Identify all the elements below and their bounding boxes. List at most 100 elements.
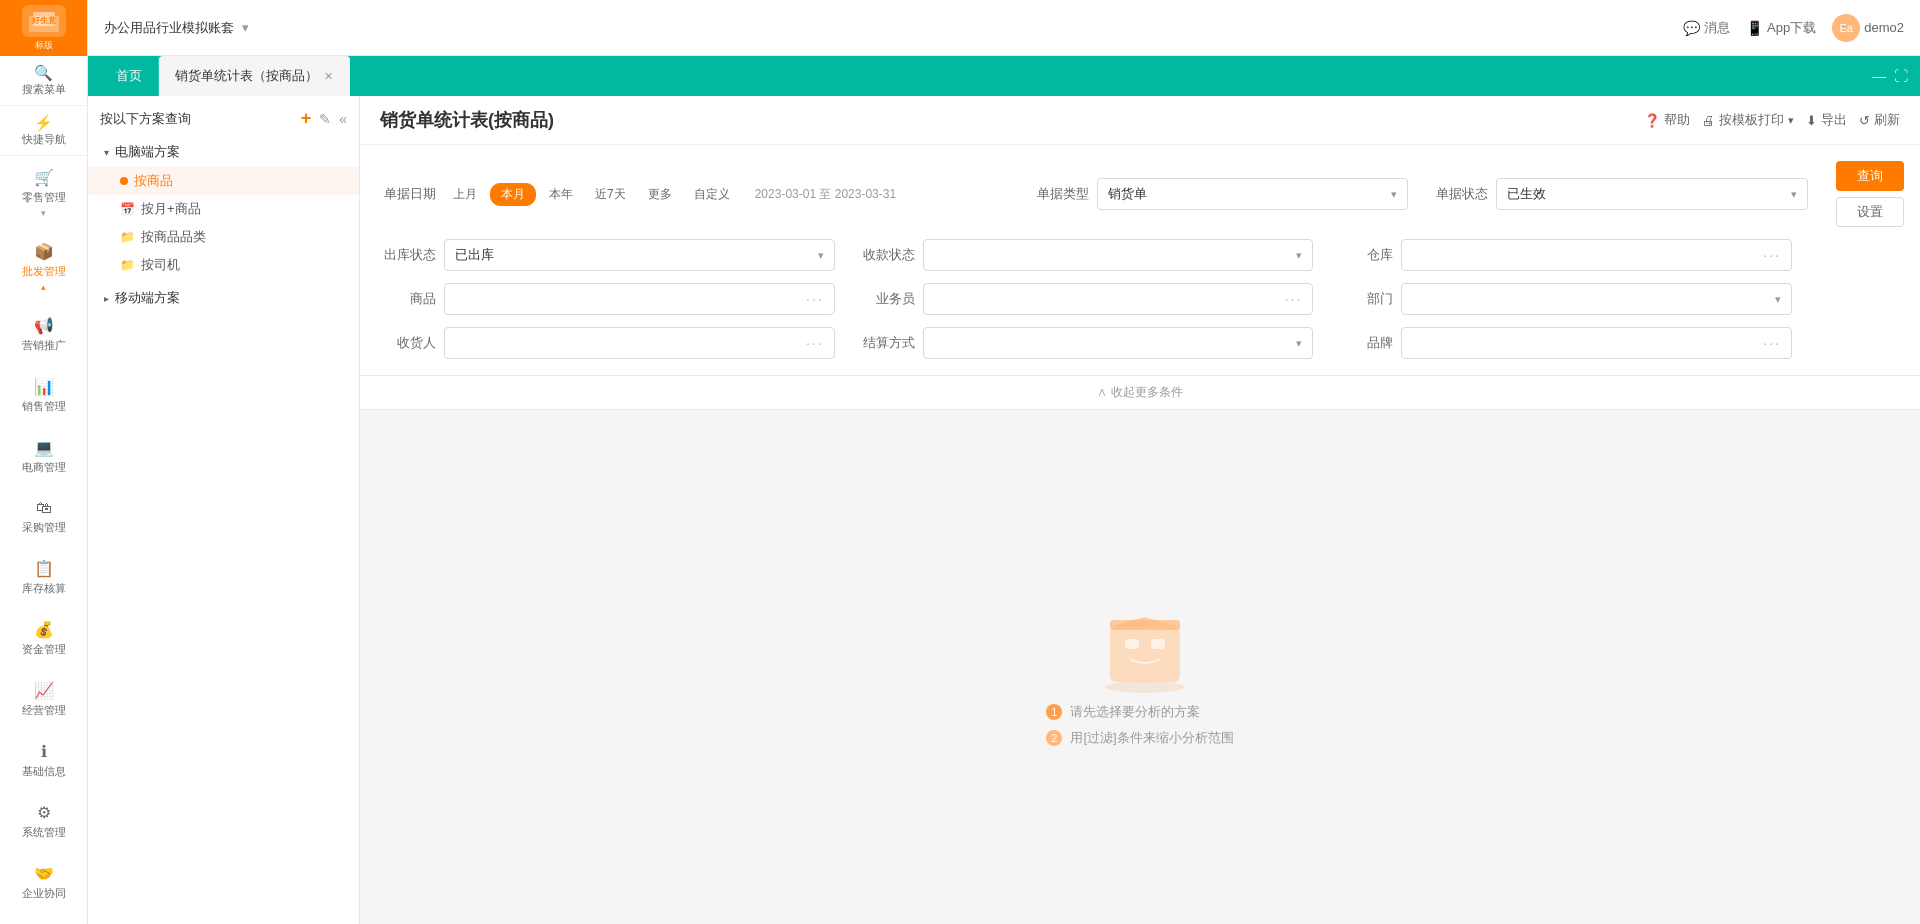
tree-section-mobile-label: 移动端方案: [115, 289, 180, 307]
collection-select[interactable]: ▾: [923, 239, 1314, 271]
right-panel: 销货单统计表(按商品) ❓ 帮助 🖨 按模板打印 ▾ ⬇ 导出: [360, 96, 1920, 924]
doc-type-value: 销货单: [1108, 185, 1147, 203]
more-btn[interactable]: 更多: [639, 182, 681, 207]
tip1-text: 请先选择要分析的方案: [1070, 703, 1200, 721]
collapse-panel-button[interactable]: «: [339, 111, 347, 127]
left-panel-title: 按以下方案查询: [100, 110, 191, 128]
settlement-select[interactable]: ▾: [923, 327, 1314, 359]
brand-label: 品牌: [1333, 334, 1393, 352]
tree-item-by-product-category[interactable]: 📁 按商品品类: [88, 223, 359, 251]
message-button[interactable]: 💬 消息: [1683, 19, 1730, 37]
tab-report[interactable]: 销货单统计表（按商品） ✕: [159, 56, 350, 96]
sidebar-item-basic[interactable]: ℹ 基础信息: [0, 730, 87, 791]
template-print-button[interactable]: 🖨 按模板打印 ▾: [1702, 111, 1794, 129]
app-download-button[interactable]: 📱 App下载: [1746, 19, 1816, 37]
tree-arrow-down-icon: ▾: [104, 147, 109, 158]
svg-rect-4: [1110, 620, 1180, 630]
empty-tip-2: 2 用[过滤]条件来缩小分析范围: [1046, 729, 1233, 747]
last-month-btn[interactable]: 上月: [444, 182, 486, 207]
sidebar-item-newuser[interactable]: 🎯 新手引导: [0, 913, 87, 924]
sidebar-item-search[interactable]: 🔍 搜索菜单: [0, 56, 87, 106]
tree-arrow-right-icon: ▸: [104, 293, 109, 304]
warehouse-field: 仓库 ···: [1333, 239, 1792, 271]
sidebar-item-ecommerce[interactable]: 💻 电商管理: [0, 426, 87, 487]
collection-label: 收款状态: [855, 246, 915, 264]
export-button[interactable]: ⬇ 导出: [1806, 111, 1847, 129]
settlement-caret-icon: ▾: [1296, 337, 1302, 350]
sidebar-quicknav-label: 快捷导航: [4, 132, 83, 147]
left-panel-actions: + ✎ «: [301, 108, 347, 129]
tree-item-by-driver[interactable]: 📁 按司机: [88, 251, 359, 279]
minimize-button[interactable]: —: [1872, 68, 1886, 84]
current-year-btn[interactable]: 本年: [540, 182, 582, 207]
custom-btn[interactable]: 自定义: [685, 182, 739, 207]
out-status-caret-icon: ▾: [818, 249, 824, 262]
tree-item-by-product-category-label: 按商品品类: [141, 228, 206, 246]
tree-item-by-month-product-label: 按月+商品: [141, 200, 201, 218]
sidebar-item-wholesale[interactable]: 📦 批发管理 ▴: [0, 230, 87, 304]
svg-rect-3: [1110, 627, 1180, 682]
sidebar-item-finance[interactable]: 💰 资金管理: [0, 608, 87, 669]
staff-input[interactable]: ···: [923, 283, 1314, 315]
maximize-button[interactable]: ⛶: [1894, 68, 1908, 84]
last7days-btn[interactable]: 近7天: [586, 182, 635, 207]
topnav: 办公用品行业模拟账套 ▾ 💬 消息 📱 App下载 Ea demo2: [88, 0, 1920, 56]
query-button[interactable]: 查询: [1836, 161, 1904, 191]
collapse-text: ∧ 收起更多条件: [1097, 384, 1182, 401]
export-icon: ⬇: [1806, 113, 1817, 128]
brand-input[interactable]: ···: [1401, 327, 1792, 359]
svg-point-7: [1105, 681, 1185, 693]
doc-status-select[interactable]: 已生效 ▾: [1496, 178, 1808, 210]
edit-scheme-button[interactable]: ✎: [319, 111, 331, 127]
tree-item-by-product-label: 按商品: [134, 172, 173, 190]
tab-report-label: 销货单统计表（按商品）: [175, 67, 318, 85]
query-buttons: 查询 设置: [1824, 161, 1904, 227]
out-status-select[interactable]: 已出库 ▾: [444, 239, 835, 271]
filter-row-4: 收货人 ··· 结算方式 ▾ 品牌: [376, 327, 1904, 359]
add-scheme-button[interactable]: +: [301, 108, 312, 129]
topnav-left: 办公用品行业模拟账套 ▾: [104, 19, 249, 37]
refresh-button[interactable]: ↺ 刷新: [1859, 111, 1900, 129]
svg-rect-6: [1151, 639, 1165, 649]
warehouse-label: 仓库: [1333, 246, 1393, 264]
staff-dots-icon: ···: [1285, 291, 1303, 307]
doc-status-field: 单据状态 已生效 ▾: [1428, 178, 1808, 210]
username: demo2: [1864, 20, 1904, 35]
current-month-btn[interactable]: 本月: [490, 183, 536, 206]
sidebar-item-purchase[interactable]: 🛍 采购管理: [0, 487, 87, 547]
product-input[interactable]: ···: [444, 283, 835, 315]
filter-area: 单据日期 上月 本月 本年 近7天 更多 自定义 2023-03-01 至 20…: [360, 145, 1920, 376]
tab-close-icon[interactable]: ✕: [324, 70, 333, 83]
active-dot-icon: [120, 177, 128, 185]
collapse-conditions-bar[interactable]: ∧ 收起更多条件: [360, 376, 1920, 410]
warehouse-input[interactable]: ···: [1401, 239, 1792, 271]
empty-tips: 1 请先选择要分析的方案 2 用[过滤]条件来缩小分析范围: [1046, 703, 1233, 747]
sidebar-item-marketing[interactable]: 📢 营销推广: [0, 304, 87, 365]
breadcrumb-dropdown-icon[interactable]: ▾: [242, 20, 249, 35]
sidebar-item-operation[interactable]: 📈 经营管理: [0, 669, 87, 730]
refresh-icon: ↺: [1859, 113, 1870, 128]
tab-home[interactable]: 首页: [100, 56, 159, 96]
sidebar-item-quick-nav[interactable]: ⚡ 快捷导航: [0, 106, 87, 156]
app-icon: 📱: [1746, 20, 1763, 36]
sidebar-item-system[interactable]: ⚙ 系统管理: [0, 791, 87, 852]
filter-row-3: 商品 ··· 业务员 ··· 部门: [376, 283, 1904, 315]
tree-section-mobile[interactable]: ▸ 移动端方案: [88, 283, 359, 313]
sidebar-item-retail[interactable]: 🛒 零售管理 ▾: [0, 156, 87, 230]
dept-select[interactable]: ▾: [1401, 283, 1792, 315]
tree-section-desktop[interactable]: ▾ 电脑端方案: [88, 137, 359, 167]
doc-type-select[interactable]: 销货单 ▾: [1097, 178, 1409, 210]
sidebar-item-sales[interactable]: 📊 销售管理: [0, 365, 87, 426]
help-button[interactable]: ❓ 帮助: [1644, 111, 1690, 129]
tree-item-by-month-product[interactable]: 📅 按月+商品: [88, 195, 359, 223]
tab-home-label: 首页: [116, 67, 142, 85]
doc-status-label: 单据状态: [1428, 185, 1488, 203]
svg-rect-5: [1125, 639, 1139, 649]
settings-button[interactable]: 设置: [1836, 197, 1904, 227]
tree-item-by-product[interactable]: 按商品: [88, 167, 359, 195]
sidebar-item-inventory[interactable]: 📋 库存核算: [0, 547, 87, 608]
user-profile[interactable]: Ea demo2: [1832, 14, 1904, 42]
consignee-input[interactable]: ···: [444, 327, 835, 359]
staff-field: 业务员 ···: [855, 283, 1314, 315]
sidebar-item-enterprise[interactable]: 🤝 企业协同: [0, 852, 87, 913]
